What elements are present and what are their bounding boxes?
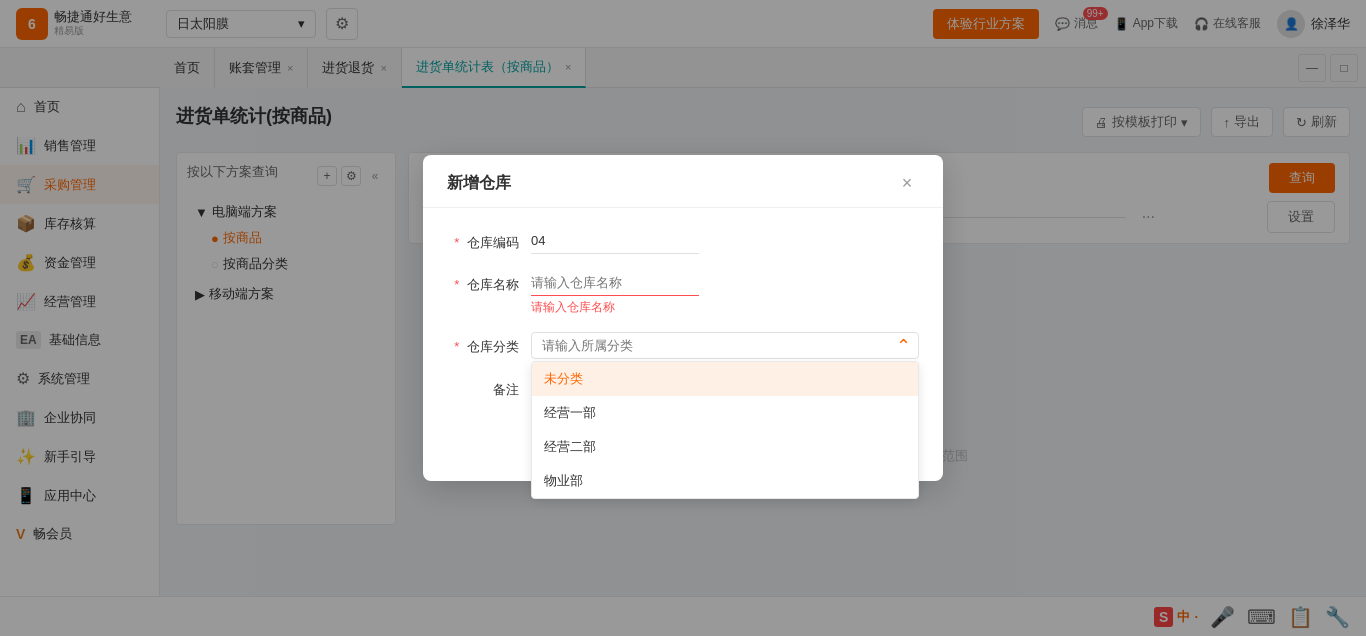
dropdown-item-dept1[interactable]: 经营一部 [532, 396, 918, 430]
modal-header: 新增仓库 × [423, 155, 943, 208]
warehouse-code-input[interactable] [531, 228, 699, 254]
category-dropdown[interactable]: ⌃ 未分类 经营一部 经营二部 物业部 [531, 332, 919, 359]
warehouse-category-label: * 仓库分类 [447, 332, 519, 356]
warehouse-name-row: * 仓库名称 请输入仓库名称 [447, 270, 919, 316]
dropdown-arrow-icon[interactable]: ⌃ [896, 335, 911, 357]
dropdown-item-property[interactable]: 物业部 [532, 464, 918, 498]
category-input[interactable] [531, 332, 919, 359]
dropdown-item-uncategorized[interactable]: 未分类 [532, 362, 918, 396]
warehouse-name-label: * 仓库名称 [447, 270, 519, 294]
remark-label: 备注 [447, 375, 519, 399]
warehouse-category-row: * 仓库分类 ⌃ 未分类 经营一部 经营二部 [447, 332, 919, 359]
modal-title: 新增仓库 [447, 173, 511, 194]
warehouse-name-input[interactable] [531, 270, 699, 296]
modal-overlay[interactable]: 新增仓库 × * 仓库编码 * 仓库名称 [0, 0, 1366, 636]
dropdown-item-dept2[interactable]: 经营二部 [532, 430, 918, 464]
warehouse-code-row: * 仓库编码 [447, 228, 919, 254]
modal-body: * 仓库编码 * 仓库名称 请输入仓库名称 [423, 208, 943, 401]
modal-new-warehouse: 新增仓库 × * 仓库编码 * 仓库名称 [423, 155, 943, 481]
warehouse-code-label: * 仓库编码 [447, 228, 519, 252]
modal-close-btn[interactable]: × [895, 171, 919, 195]
dropdown-list: 未分类 经营一部 经营二部 物业部 [531, 361, 919, 499]
warehouse-name-error: 请输入仓库名称 [531, 299, 919, 316]
